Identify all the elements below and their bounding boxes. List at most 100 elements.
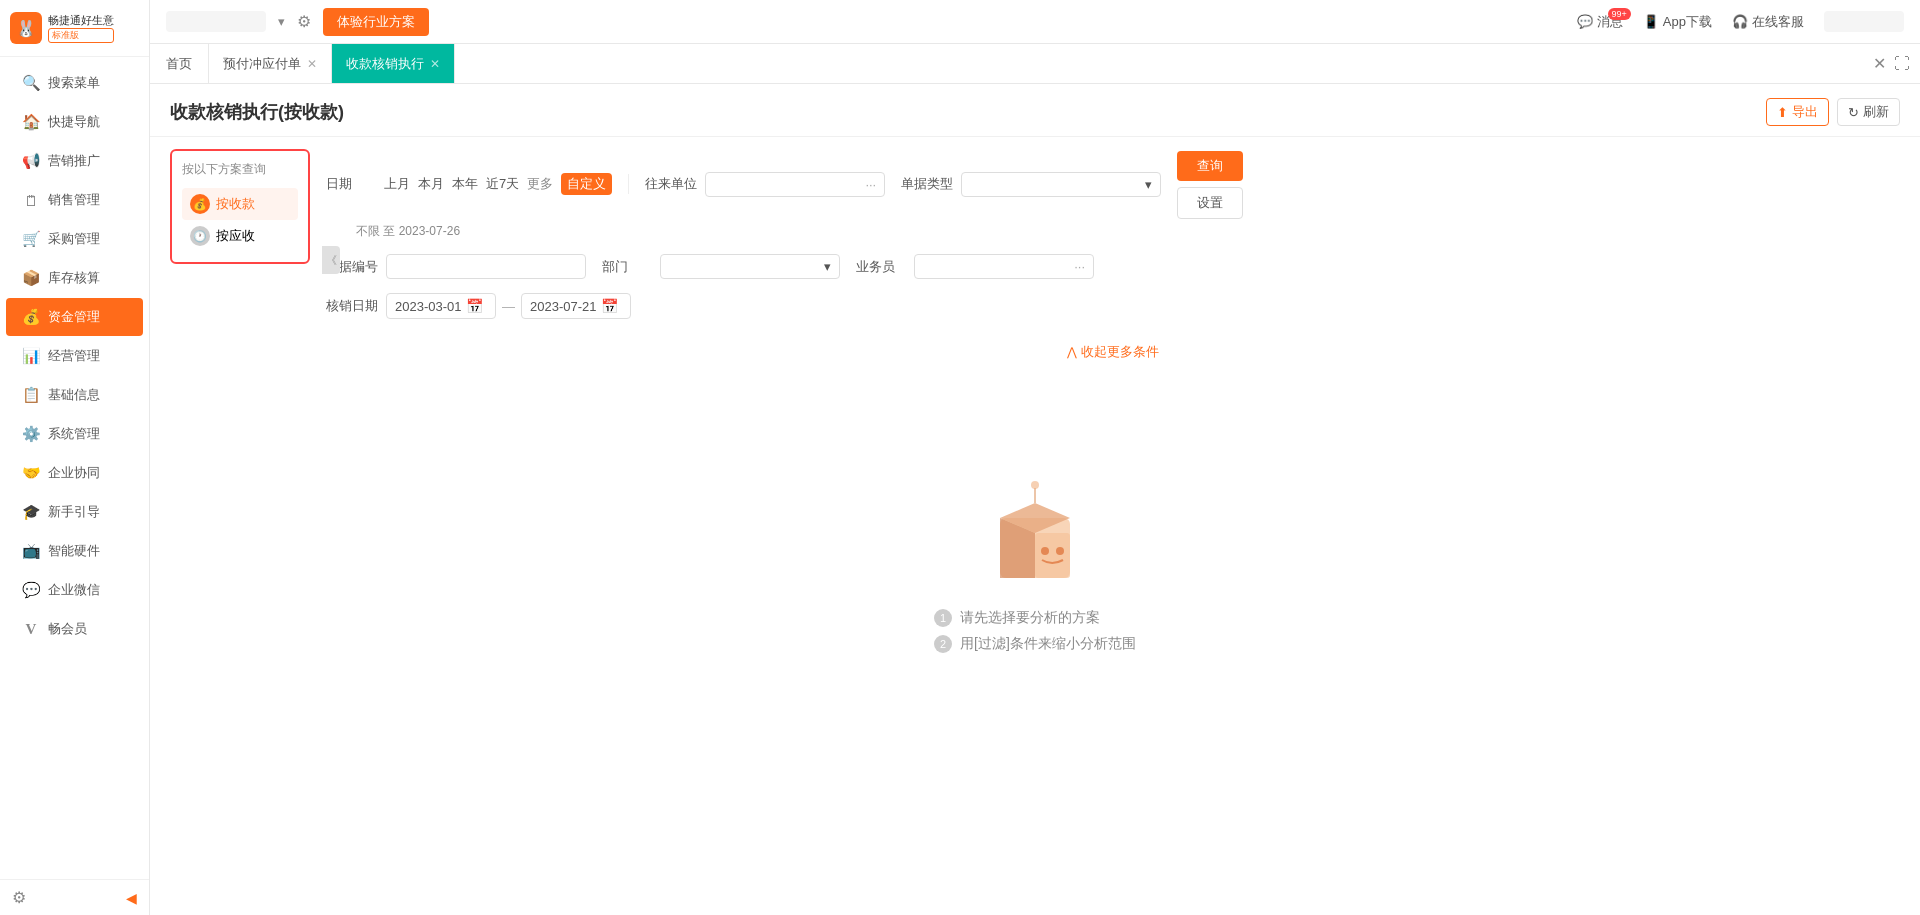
sidebar-item-wechat[interactable]: 💬 企业微信 [6, 571, 143, 609]
department-label: 部门 [602, 258, 652, 276]
sidebar-item-enterprise[interactable]: 🤝 企业协同 [6, 454, 143, 492]
chevron-down-icon[interactable]: ▾ [278, 14, 285, 29]
nav-list: 🔍 搜索菜单 🏠 快捷导航 📢 营销推广 🗒 销售管理 🛒 采购管理 📦 库存核… [0, 57, 149, 879]
tab-close-icon[interactable]: ✕ [307, 58, 317, 70]
step-2-badge: 2 [934, 635, 952, 653]
settings-button[interactable]: 设置 [1177, 187, 1243, 219]
message-icon: 💬 [1577, 14, 1593, 29]
system-icon: ⚙️ [22, 425, 40, 443]
sidebar-item-purchase[interactable]: 🛒 采购管理 [6, 220, 143, 258]
content-area: 收款核销执行(按收款) ⬆ 导出 ↻ 刷新 按以下方 [150, 84, 1920, 915]
collapse-sidebar-button[interactable]: ◀ [126, 890, 137, 906]
shortcut-this-month[interactable]: 本月 [418, 175, 444, 193]
sidebar-item-label: 资金管理 [48, 308, 100, 326]
step-1-badge: 1 [934, 609, 952, 627]
top-header: ▾ ⚙ 体验行业方案 💬 消息 99+ 📱 App下载 🎧 在线客服 [150, 0, 1920, 44]
filter-panel: 按以下方案查询 💰 按收款 🕐 按应收 《 [150, 137, 1920, 383]
sidebar-item-hardware[interactable]: 📺 智能硬件 [6, 532, 143, 570]
sidebar-item-search[interactable]: 🔍 搜索菜单 [6, 64, 143, 102]
salesperson-field: 业务员 ··· [856, 254, 1094, 279]
empty-tip-1: 1 请先选择要分析的方案 [934, 609, 1136, 627]
tab-receipt-offset[interactable]: 收款核销执行 ✕ [332, 44, 455, 83]
tab-bar: 首页 预付冲应付单 ✕ 收款核销执行 ✕ ✕ ⛶ [150, 44, 1920, 84]
sidebar-item-label: 经营管理 [48, 347, 100, 365]
search-icon: 🔍 [22, 74, 40, 92]
department-select[interactable]: ▾ [660, 254, 840, 279]
settings-icon[interactable]: ⚙ [12, 888, 26, 907]
refresh-button[interactable]: ↻ 刷新 [1837, 98, 1900, 126]
sidebar-item-label: 采购管理 [48, 230, 100, 248]
empty-illustration [970, 463, 1100, 593]
sidebar-item-inventory[interactable]: 📦 库存核算 [6, 259, 143, 297]
counterpart-field: 往来单位 ··· [645, 172, 885, 197]
marketing-icon: 📢 [22, 152, 40, 170]
sidebar-item-label: 智能硬件 [48, 542, 100, 560]
sidebar-item-system[interactable]: ⚙️ 系统管理 [6, 415, 143, 453]
hardware-icon: 📺 [22, 542, 40, 560]
shortcut-more[interactable]: 更多 [527, 175, 553, 193]
guide-icon: 🎓 [22, 503, 40, 521]
counterpart-label: 往来单位 [645, 175, 697, 193]
tab-prepay-offset[interactable]: 预付冲应付单 ✕ [209, 44, 332, 83]
shortcut-custom[interactable]: 自定义 [561, 173, 612, 195]
date-shortcuts: 上月 本月 本年 近7天 更多 自定义 [384, 173, 612, 195]
sidebar-item-business[interactable]: 📊 经营管理 [6, 337, 143, 375]
sidebar-item-member[interactable]: V 畅会员 [6, 610, 143, 648]
shortcut-7days[interactable]: 近7天 [486, 175, 519, 193]
svg-rect-3 [1035, 533, 1070, 578]
user-avatar[interactable] [1824, 11, 1904, 32]
tab-close-icon[interactable]: ✕ [430, 58, 440, 70]
by-receivable-icon: 🕐 [190, 226, 210, 246]
expand-window-icon[interactable]: ⛶ [1894, 55, 1910, 73]
filter-option-by-receivable[interactable]: 🕐 按应收 [182, 220, 298, 252]
message-button[interactable]: 💬 消息 99+ [1577, 13, 1623, 31]
app-download-button[interactable]: 📱 App下载 [1643, 13, 1712, 31]
empty-text: 1 请先选择要分析的方案 2 用[过滤]条件来缩小分析范围 [934, 609, 1136, 653]
finance-icon: 💰 [22, 308, 40, 326]
sidebar-item-label: 库存核算 [48, 269, 100, 287]
solution-button[interactable]: 体验行业方案 [323, 8, 429, 36]
salesperson-input[interactable]: ··· [914, 254, 1094, 279]
counterpart-input[interactable]: ··· [705, 172, 885, 197]
bill-type-label: 单据类型 [901, 175, 953, 193]
filter-option-by-receipt[interactable]: 💰 按收款 [182, 188, 298, 220]
sidebar-item-label: 企业微信 [48, 581, 100, 599]
tab-home[interactable]: 首页 [150, 44, 209, 83]
gear-icon[interactable]: ⚙ [297, 12, 311, 31]
verify-date-label: 核销日期 [326, 297, 378, 315]
refresh-icon: ↻ [1848, 105, 1859, 120]
home-icon: 🏠 [22, 113, 40, 131]
app-name: 畅捷通好生意 [48, 13, 114, 27]
verify-date-start[interactable]: 2023-03-01 📅 [386, 293, 496, 319]
sidebar-item-quick-nav[interactable]: 🏠 快捷导航 [6, 103, 143, 141]
sidebar-item-label: 系统管理 [48, 425, 100, 443]
export-button[interactable]: ⬆ 导出 [1766, 98, 1829, 126]
shortcut-last-month[interactable]: 上月 [384, 175, 410, 193]
app-download-icon: 📱 [1643, 14, 1659, 29]
filter-sidebar-collapse-button[interactable]: 《 [322, 246, 340, 274]
filter-actions: 查询 设置 [1177, 149, 1243, 219]
chevron-up-icon: ⋀ [1067, 345, 1077, 359]
sidebar-item-marketing[interactable]: 📢 营销推广 [6, 142, 143, 180]
tab-label: 预付冲应付单 [223, 55, 301, 73]
department-field: 部门 ▾ [602, 254, 840, 279]
verify-date-end[interactable]: 2023-07-21 📅 [521, 293, 631, 319]
close-window-icon[interactable]: ✕ [1873, 54, 1886, 73]
enterprise-icon: 🤝 [22, 464, 40, 482]
logo-icon: 🐰 [10, 12, 42, 44]
shortcut-this-year[interactable]: 本年 [452, 175, 478, 193]
bill-number-input[interactable] [386, 254, 586, 279]
sidebar-item-sales[interactable]: 🗒 销售管理 [6, 181, 143, 219]
sidebar-item-finance[interactable]: 💰 资金管理 [6, 298, 143, 336]
sidebar-item-basic-info[interactable]: 📋 基础信息 [6, 376, 143, 414]
bill-type-select[interactable]: ▾ [961, 172, 1161, 197]
service-icon: 🎧 [1732, 14, 1748, 29]
collapse-more-button[interactable]: ⋀ 收起更多条件 [1067, 343, 1159, 361]
filter-sidebar-title: 按以下方案查询 [182, 161, 298, 178]
date-field: 日期 上月 本月 本年 近7天 更多 自定义 [326, 173, 612, 195]
online-service-button[interactable]: 🎧 在线客服 [1732, 13, 1804, 31]
sidebar-item-label: 搜索菜单 [48, 74, 100, 92]
app-badge: 标准版 [48, 28, 114, 43]
query-button[interactable]: 查询 [1177, 151, 1243, 181]
sidebar-item-guide[interactable]: 🎓 新手引导 [6, 493, 143, 531]
